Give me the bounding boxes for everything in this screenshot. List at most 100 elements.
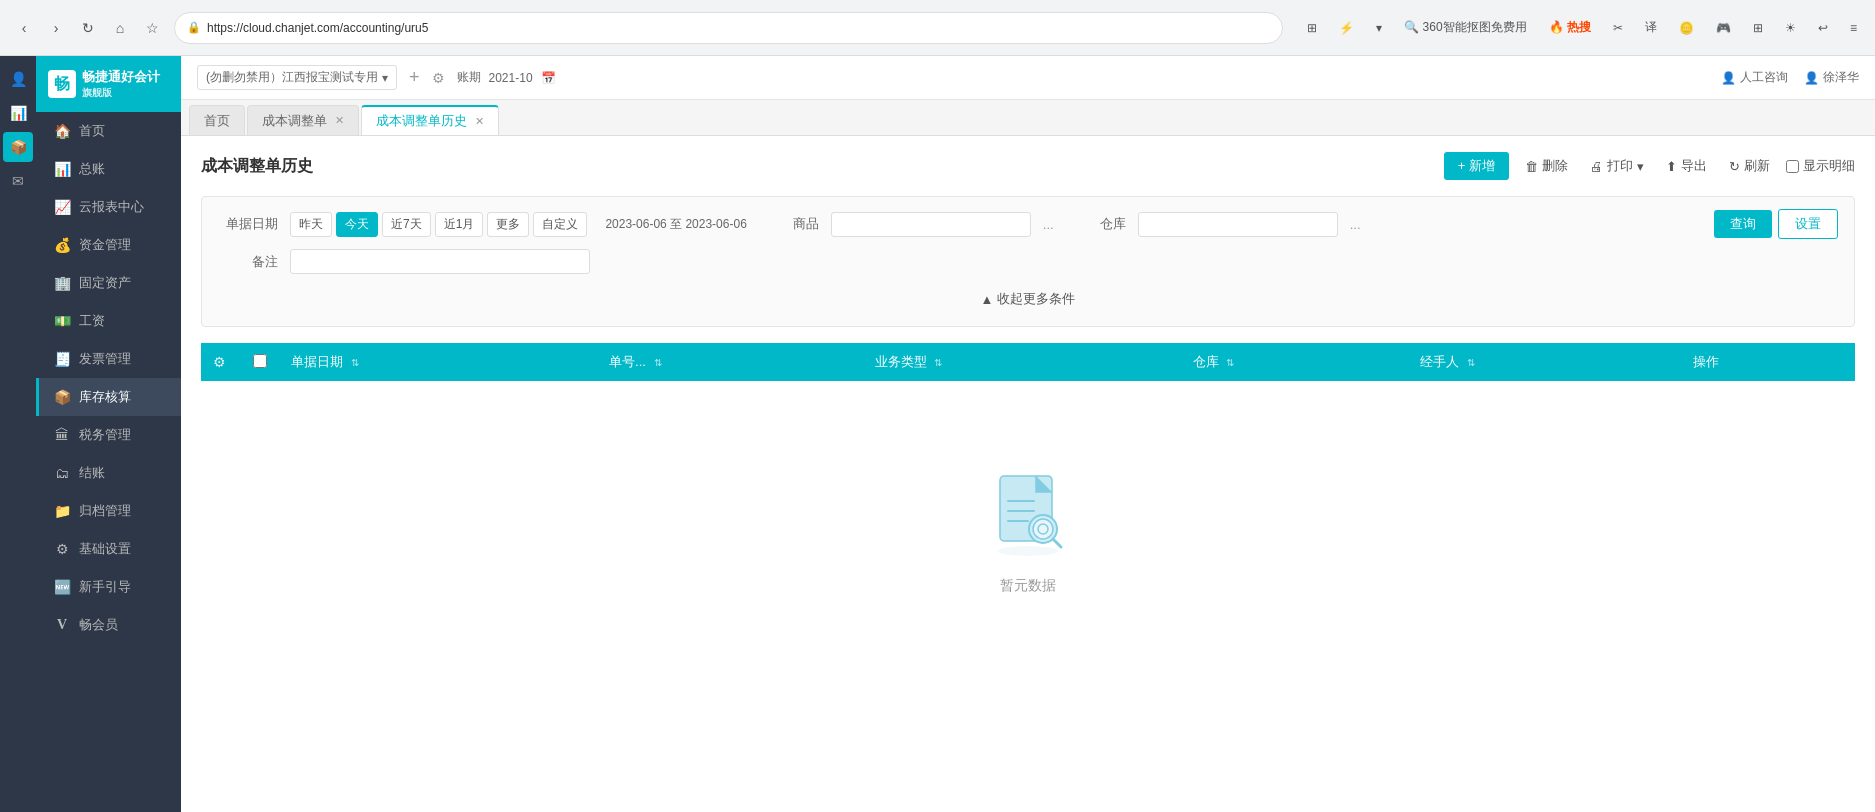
tab-cost-adjust[interactable]: 成本调整单 ✕ [247,105,359,135]
period-selector[interactable]: 账期 2021-10 📅 [457,69,556,86]
sidebar-item-assets[interactable]: 🏢 固定资产 [36,264,181,302]
refresh-icon: ↻ [1729,159,1740,174]
export-button[interactable]: ⬆ 导出 [1660,153,1713,179]
tab-cost-adjust-history[interactable]: 成本调整单历史 ✕ [361,105,499,135]
goods-more-btn[interactable]: ... [1043,217,1054,232]
theme-btn[interactable]: ☀ [1777,17,1804,39]
grid-btn[interactable]: ⊞ [1745,17,1771,39]
extensions-btn[interactable]: ⊞ [1299,17,1325,39]
remark-input[interactable] [290,249,590,274]
display-cols-input[interactable] [1786,160,1799,173]
service-btn[interactable]: 👤 人工咨询 [1721,69,1788,86]
company-name: (勿删勿禁用）江西报宝测试专用 [206,69,378,86]
filter-remark-label: 备注 [218,253,278,271]
address-bar[interactable]: 🔒 https://cloud.chanjet.com/accounting/u… [174,12,1283,44]
th-number[interactable]: 单号... ⇅ [597,343,862,381]
coin-btn[interactable]: 🪙 [1671,17,1702,39]
sidebar-item-archive[interactable]: 📁 归档管理 [36,492,181,530]
forward-button[interactable]: › [42,14,70,42]
sidebar-item-inventory[interactable]: 📦 库存核算 [36,378,181,416]
sidebar-label-archive: 归档管理 [79,502,131,520]
menu-btn[interactable]: ≡ [1842,17,1865,39]
sidebar-item-home[interactable]: 🏠 首页 [36,112,181,150]
sidebar-item-payroll[interactable]: 💵 工资 [36,302,181,340]
warehouse-input[interactable] [1138,212,1338,237]
assets-icon: 🏢 [53,275,71,291]
add-button[interactable]: + 新增 [1444,152,1509,180]
refresh-browser-button[interactable]: ↻ [74,14,102,42]
home-icon: 🏠 [53,123,71,139]
rail-item-social[interactable]: 👤 [3,64,33,94]
user-name: 徐泽华 [1823,69,1859,86]
bookmark-button[interactable]: ☆ [138,14,166,42]
period-value: 2021-10 [489,71,533,85]
vip-icon: V [53,617,71,633]
game-btn[interactable]: 🎮 [1708,17,1739,39]
sidebar-label-tax: 税务管理 [79,426,131,444]
funds-icon: 💰 [53,237,71,253]
collapse-button[interactable]: ▲ 收起更多条件 [975,284,1082,314]
th-warehouse[interactable]: 仓库 ⇅ [1181,343,1409,381]
date-btn-1month[interactable]: 近1月 [435,212,484,237]
rail-item-mail[interactable]: ✉ [3,166,33,196]
tab-cost-adjust-history-close[interactable]: ✕ [475,115,484,128]
select-all-checkbox[interactable] [253,354,267,368]
display-cols-checkbox[interactable]: 显示明细 [1786,157,1855,175]
tab-cost-adjust-close[interactable]: ✕ [335,114,344,127]
hot-search-btn[interactable]: 🔥 热搜 [1541,15,1599,40]
dropdown-btn[interactable]: ▾ [1368,17,1390,39]
rail-item-stats[interactable]: 📊 [3,98,33,128]
print-button[interactable]: 🖨 打印 ▾ [1584,153,1650,179]
sidebar-item-vip[interactable]: V 畅会员 [36,606,181,644]
scissors-btn[interactable]: ✂ [1605,17,1631,39]
page-content: 成本调整单历史 + 新增 🗑 删除 🖨 打印 ▾ ⬆ 导出 [181,136,1875,812]
date-btn-yesterday[interactable]: 昨天 [290,212,332,237]
refresh-button[interactable]: ↻ 刷新 [1723,153,1776,179]
tab-home[interactable]: 首页 [189,105,245,135]
warehouse-more-btn[interactable]: ... [1350,217,1361,232]
user-btn[interactable]: 👤 徐泽华 [1804,69,1859,86]
th-date[interactable]: 单据日期 ⇅ [279,343,597,381]
filter-date-btns: 昨天 今天 近7天 近1月 更多 自定义 [290,212,587,237]
settings-gear-btn[interactable]: ⚙ [432,70,445,86]
date-btn-today[interactable]: 今天 [336,212,378,237]
service-icon: 👤 [1721,71,1736,85]
translate-btn[interactable]: 译 [1637,15,1665,40]
th-number-label: 单号... [609,354,646,369]
date-btn-7days[interactable]: 近7天 [382,212,431,237]
search-btn[interactable]: 🔍 360智能抠图免费用 [1396,15,1534,40]
home-browser-button[interactable]: ⌂ [106,14,134,42]
th-operator[interactable]: 经手人 ⇅ [1408,343,1681,381]
sidebar-item-closing[interactable]: 🗂 结账 [36,454,181,492]
empty-icon [978,461,1078,561]
settings-button[interactable]: 设置 [1778,209,1838,239]
sidebar-item-tax[interactable]: 🏛 税务管理 [36,416,181,454]
query-button[interactable]: 查询 [1714,210,1772,238]
th-type-label: 业务类型 [875,354,927,369]
delete-button[interactable]: 🗑 删除 [1519,153,1574,179]
sidebar-item-settings[interactable]: ⚙ 基础设置 [36,530,181,568]
delete-label: 删除 [1542,157,1568,175]
rail-item-active[interactable]: 📦 [3,132,33,162]
add-company-btn[interactable]: + [409,67,420,88]
undo-btn[interactable]: ↩ [1810,17,1836,39]
sidebar-item-reports[interactable]: 📈 云报表中心 [36,188,181,226]
sidebar-item-funds[interactable]: 💰 资金管理 [36,226,181,264]
delete-icon: 🗑 [1525,159,1538,174]
sidebar-item-invoices[interactable]: 🧾 发票管理 [36,340,181,378]
filter-warehouse-label: 仓库 [1066,215,1126,233]
date-btn-more[interactable]: 更多 [487,212,529,237]
goods-input[interactable] [831,212,1031,237]
company-selector[interactable]: (勿删勿禁用）江西报宝测试专用 ▾ [197,65,397,90]
sidebar-item-guide[interactable]: 🆕 新手引导 [36,568,181,606]
table-settings-icon[interactable]: ⚙ [213,354,226,370]
th-type[interactable]: 业务类型 ⇅ [863,343,1181,381]
sidebar-item-ledger[interactable]: 📊 总账 [36,150,181,188]
sidebar-label-assets: 固定资产 [79,274,131,292]
sidebar-label-settings: 基础设置 [79,540,131,558]
tab-cost-adjust-label: 成本调整单 [262,112,327,130]
th-warehouse-sort-icon: ⇅ [1226,357,1234,368]
flash-btn[interactable]: ⚡ [1331,17,1362,39]
back-button[interactable]: ‹ [10,14,38,42]
date-btn-custom[interactable]: 自定义 [533,212,587,237]
